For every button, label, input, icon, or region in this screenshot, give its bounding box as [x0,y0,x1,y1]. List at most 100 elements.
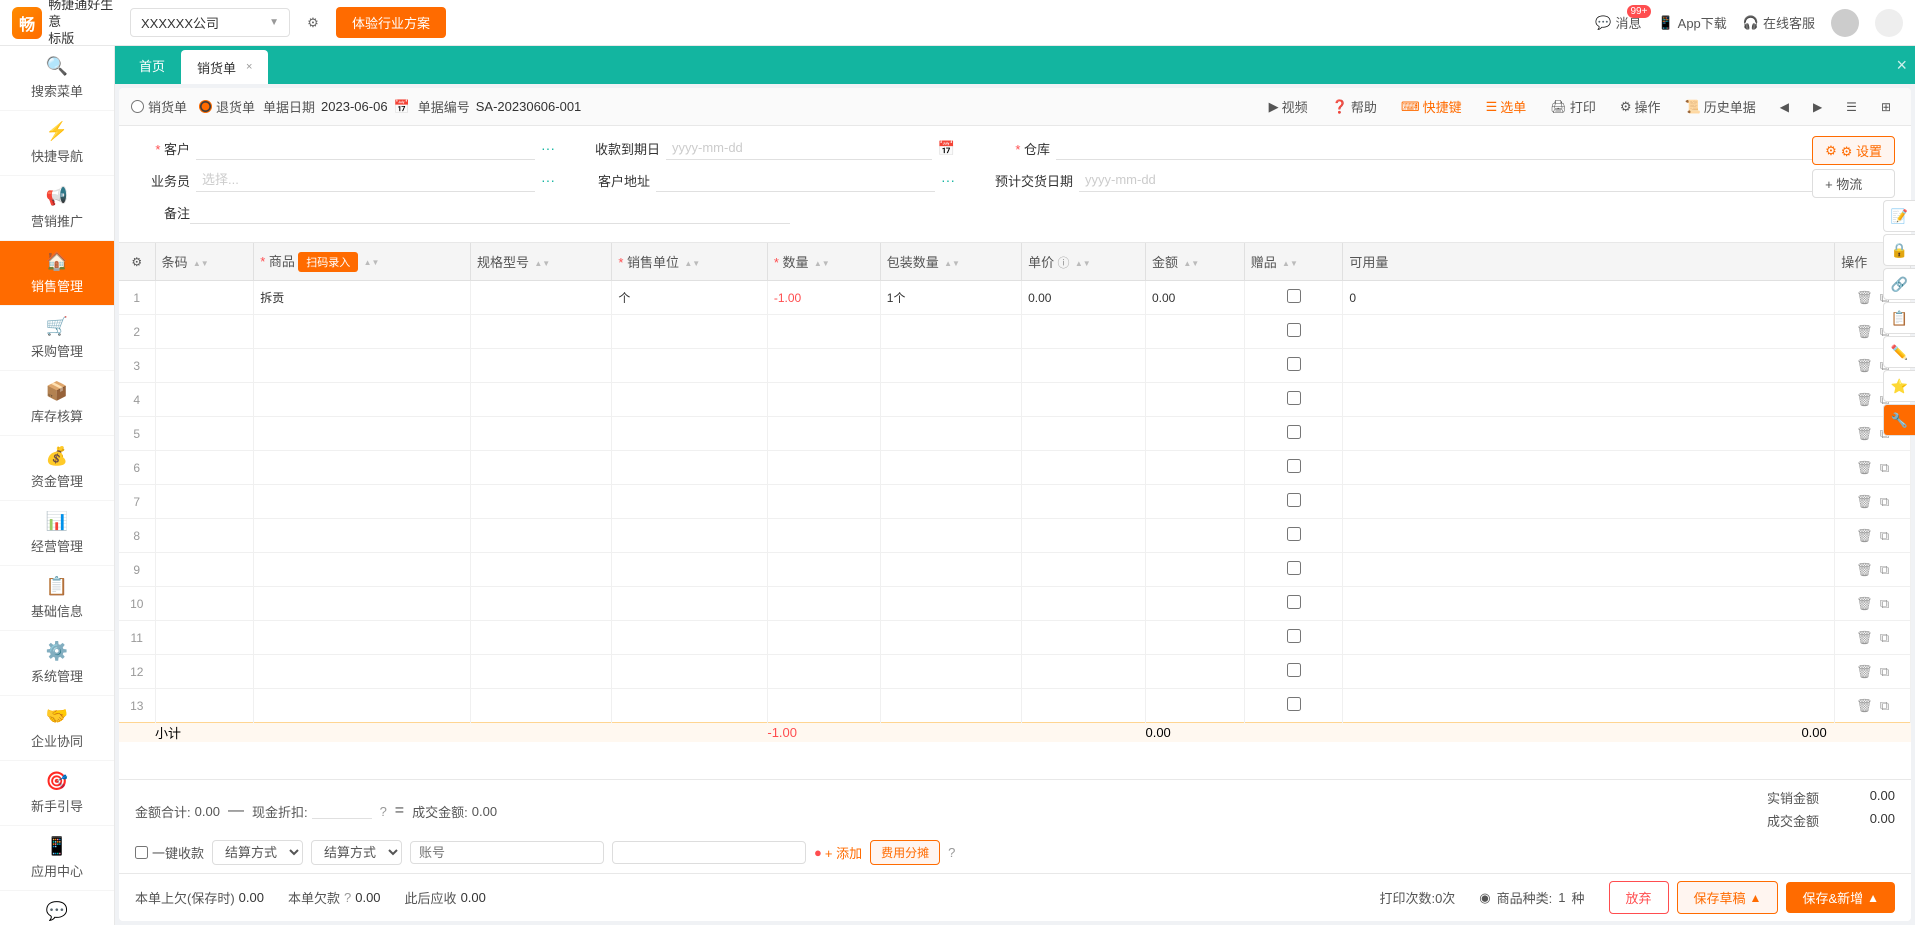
online-support-btn[interactable]: 🎧 在线客服 [1743,13,1815,32]
sidebar-item-sales[interactable]: 🏠 销售管理 [0,241,114,306]
row-price[interactable] [1022,349,1146,383]
row-qty[interactable] [767,315,880,349]
save-new-btn[interactable]: 保存&新增 ▲ [1786,882,1895,913]
row-amount[interactable] [1145,485,1244,519]
row-delete-btn[interactable]: 🗑 [1856,358,1873,373]
row-qty[interactable] [767,417,880,451]
company-selector[interactable]: XXXXXX公司 ▼ [130,8,290,37]
row-copy-btn[interactable]: ⧉ [1880,528,1889,543]
sort-arrows-price[interactable]: ▲▼ [1075,260,1091,268]
row-barcode[interactable] [155,621,254,655]
row-price[interactable] [1022,655,1146,689]
sidebar-item-purchase[interactable]: 🛒 采购管理 [0,306,114,371]
video-btn[interactable]: ▶ 视频 [1261,94,1316,119]
row-barcode[interactable] [155,281,254,315]
row-gift[interactable] [1244,519,1343,553]
row-amount[interactable] [1145,451,1244,485]
row-product[interactable] [254,587,471,621]
row-barcode[interactable] [155,349,254,383]
row-amount[interactable] [1145,417,1244,451]
payment-method-select[interactable]: 结算方式 [212,840,303,865]
sidebar-item-guide[interactable]: 🎯 新手引导 [0,761,114,826]
row-spec[interactable] [470,621,611,655]
price-info-icon[interactable]: ⓘ [1057,256,1069,270]
row-pack-qty[interactable] [880,655,1021,689]
next-record-btn[interactable]: ▶ [1805,97,1830,117]
operation-btn[interactable]: ⚙ 操作 [1612,94,1669,119]
row-unit[interactable] [612,655,768,689]
sidebar-item-quick-nav[interactable]: ⚡ 快捷导航 [0,111,114,176]
row-qty[interactable]: -1.00 [767,281,880,315]
row-barcode[interactable] [155,553,254,587]
tab-close-all-btn[interactable]: × [1896,55,1907,76]
row-delete-btn[interactable]: 🗑 [1856,494,1873,509]
sort-arrows-spec[interactable]: ▲▼ [534,260,550,268]
row-gift[interactable] [1244,349,1343,383]
row-price[interactable] [1022,383,1146,417]
row-price[interactable] [1022,689,1146,723]
row-gift[interactable] [1244,417,1343,451]
row-spec[interactable] [470,519,611,553]
row-delete-btn[interactable]: 🗑 [1856,392,1873,407]
row-delete-btn[interactable]: 🗑 [1856,596,1873,611]
row-unit[interactable] [612,587,768,621]
rfp-btn-5[interactable]: ✏️ [1883,336,1915,368]
row-copy-btn[interactable]: ⧉ [1880,562,1889,577]
row-amount[interactable] [1145,383,1244,417]
sort-arrows-pack-qty[interactable]: ▲▼ [944,260,960,268]
row-barcode[interactable] [155,315,254,349]
row-gift[interactable] [1244,553,1343,587]
avatar[interactable] [1831,9,1859,37]
sort-arrows-unit[interactable]: ▲▼ [684,260,700,268]
row-barcode[interactable] [155,417,254,451]
salesperson-ellipsis-btn[interactable]: ··· [541,172,555,188]
sort-arrows-qty[interactable]: ▲▼ [814,260,830,268]
row-barcode[interactable] [155,519,254,553]
row-product[interactable] [254,451,471,485]
order-balance-help[interactable]: ? [344,890,351,905]
row-barcode[interactable] [155,587,254,621]
row-copy-btn[interactable]: ⧉ [1880,494,1889,509]
payment-method-select2[interactable]: 结算方式 [311,840,402,865]
row-barcode[interactable] [155,485,254,519]
row-pack-qty[interactable] [880,587,1021,621]
gift-checkbox[interactable] [1287,391,1301,405]
row-pack-qty[interactable] [880,689,1021,723]
row-delete-btn[interactable]: 🗑 [1856,630,1873,645]
sidebar-item-finance[interactable]: 💰 资金管理 [0,436,114,501]
row-spec[interactable] [470,349,611,383]
row-amount[interactable] [1145,621,1244,655]
row-pack-qty[interactable] [880,485,1021,519]
row-product[interactable] [254,315,471,349]
one-click-payment-check[interactable] [135,846,148,859]
sidebar-item-app-center[interactable]: 📱 应用中心 [0,826,114,891]
row-delete-btn[interactable]: 🗑 [1856,664,1873,679]
row-barcode[interactable] [155,655,254,689]
sidebar-item-system[interactable]: ⚙️ 系统管理 [0,631,114,696]
row-unit[interactable] [612,519,768,553]
amount-input[interactable] [612,841,806,864]
help-icon[interactable]: ? [380,804,387,819]
row-copy-btn[interactable]: ⧉ [1880,664,1889,679]
row-unit[interactable] [612,689,768,723]
row-delete-btn[interactable]: 🗑 [1856,698,1873,713]
sidebar-item-basic[interactable]: 📋 基础信息 [0,566,114,631]
cash-discount-input[interactable] [312,803,372,819]
row-pack-qty[interactable] [880,451,1021,485]
row-product[interactable] [254,383,471,417]
row-delete-btn[interactable]: 🗑 [1856,460,1873,475]
row-price[interactable] [1022,485,1146,519]
sidebar-item-enterprise[interactable]: 🤝 企业协同 [0,696,114,761]
row-amount[interactable] [1145,553,1244,587]
row-gift[interactable] [1244,689,1343,723]
due-date-input[interactable] [666,136,932,160]
row-gift[interactable] [1244,655,1343,689]
row-amount[interactable] [1145,655,1244,689]
row-unit[interactable] [612,417,768,451]
remarks-input[interactable] [190,200,790,224]
gift-checkbox[interactable] [1287,357,1301,371]
gift-checkbox[interactable] [1287,663,1301,677]
tab-sales-order[interactable]: 销货单 × [181,50,268,84]
row-unit[interactable] [612,451,768,485]
row-pack-qty[interactable] [880,349,1021,383]
